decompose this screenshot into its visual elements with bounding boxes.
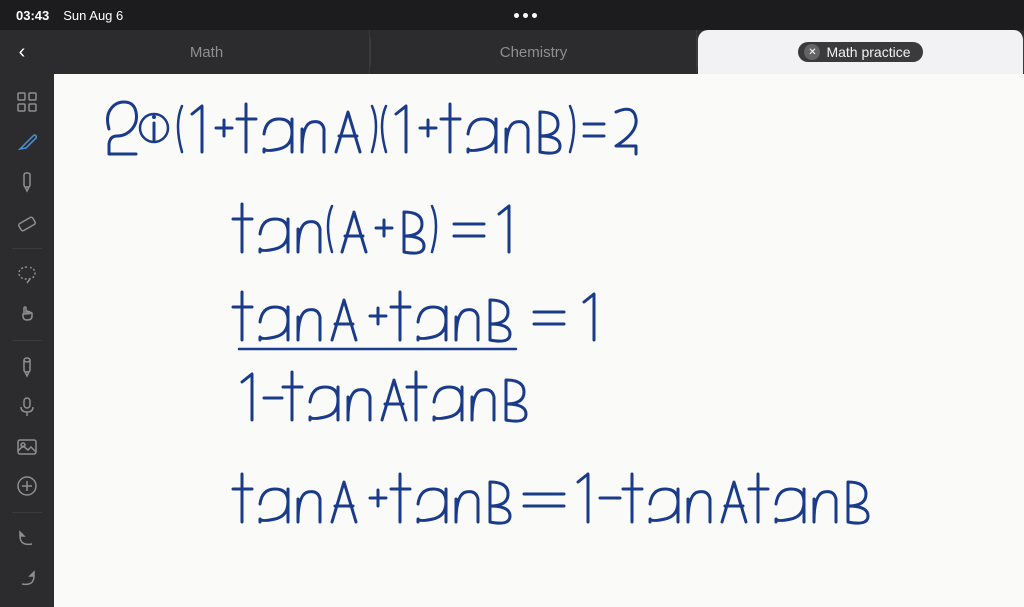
handwriting-canvas [54, 74, 1024, 607]
tab-math[interactable]: Math [44, 30, 370, 74]
status-dots [514, 13, 537, 18]
back-button[interactable]: ‹ [0, 30, 44, 74]
sidebar-divider-2 [12, 340, 42, 341]
status-bar: 03:43 Sun Aug 6 [0, 0, 1024, 30]
dot-3 [532, 13, 537, 18]
sidebar-item-microphone[interactable] [5, 389, 49, 425]
active-tab-pill: ✕ Math practice [798, 42, 922, 62]
sidebar-item-hand[interactable] [5, 296, 49, 332]
sidebar-item-redo[interactable] [5, 561, 49, 597]
tab-bar: ‹ Math Chemistry ✕ Math practice [0, 30, 1024, 74]
sidebar-item-add[interactable] [5, 469, 49, 505]
sidebar-divider-3 [12, 512, 42, 513]
sidebar-item-stylus[interactable] [5, 349, 49, 385]
sidebar-divider-1 [12, 248, 42, 249]
tab-chemistry[interactable]: Chemistry [371, 30, 697, 74]
tab-math-practice[interactable]: ✕ Math practice [698, 30, 1024, 74]
sidebar-item-undo[interactable] [5, 521, 49, 557]
status-time: 03:43 [16, 8, 49, 23]
status-date: Sun Aug 6 [63, 8, 123, 23]
sidebar-item-pen[interactable] [5, 124, 49, 160]
dot-2 [523, 13, 528, 18]
sidebar-item-marker[interactable] [5, 164, 49, 200]
canvas-area[interactable] [54, 74, 1024, 607]
sidebar-item-grid[interactable] [5, 84, 49, 120]
sidebar [0, 74, 54, 607]
sidebar-item-lasso[interactable] [5, 256, 49, 292]
sidebar-item-eraser[interactable] [5, 204, 49, 240]
dot-1 [514, 13, 519, 18]
sidebar-item-image[interactable] [5, 429, 49, 465]
tab-close-button[interactable]: ✕ [804, 44, 820, 60]
